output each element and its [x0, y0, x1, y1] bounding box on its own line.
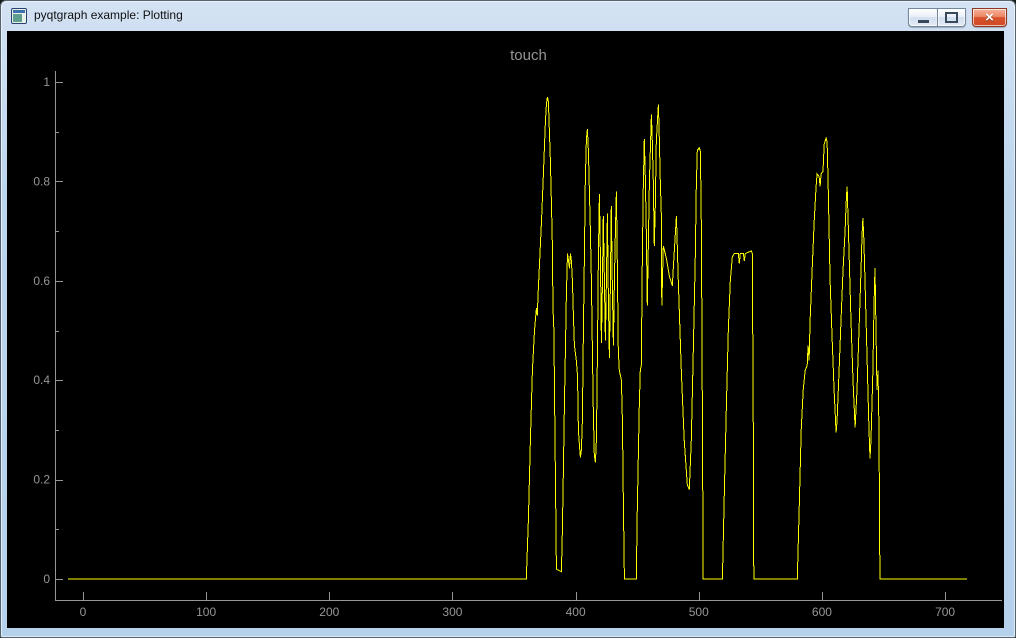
touch-curve	[68, 96, 967, 580]
x-tick-label: 400	[566, 605, 586, 619]
minimize-button[interactable]	[908, 8, 937, 27]
y-tick-label: 0	[43, 572, 50, 586]
maximize-button[interactable]	[937, 8, 966, 27]
close-icon: ×	[985, 9, 994, 26]
y-tick-label: 0.4	[33, 373, 50, 387]
y-tick-label: 0.2	[33, 473, 50, 487]
minimize-icon	[917, 20, 929, 23]
app-icon-pane	[13, 14, 22, 22]
app-window: pyqtgraph example: Plotting × touch 0 100…	[0, 0, 1016, 638]
y-tick-label: 0.6	[33, 274, 50, 288]
titlebar[interactable]: pyqtgraph example: Plotting ×	[1, 1, 1015, 31]
plot-client-area: touch 0 100 200 300 400 500 600 700 0 0.2 0.4 0.6 0.…	[7, 31, 1004, 628]
x-tick-label: 200	[319, 605, 339, 619]
app-icon[interactable]	[11, 8, 27, 24]
app-icon-titlebar-stripe	[13, 10, 25, 13]
x-tick-label: 0	[80, 605, 87, 619]
x-tick-label: 100	[196, 605, 216, 619]
close-button[interactable]: ×	[972, 8, 1007, 27]
maximize-icon	[945, 12, 958, 23]
x-tick-label: 500	[689, 605, 709, 619]
x-tick-label: 300	[442, 605, 462, 619]
x-tick-label: 700	[935, 605, 955, 619]
y-tick-label: 0.8	[33, 174, 50, 188]
window-title: pyqtgraph example: Plotting	[34, 8, 183, 22]
window-controls: ×	[908, 8, 1007, 27]
x-tick-label: 600	[812, 605, 832, 619]
plot-canvas[interactable]: 0 100 200 300 400 500 600 700 0 0.2 0.4 0.6 0.8 1	[7, 31, 1004, 628]
y-tick-label: 1	[43, 75, 50, 89]
